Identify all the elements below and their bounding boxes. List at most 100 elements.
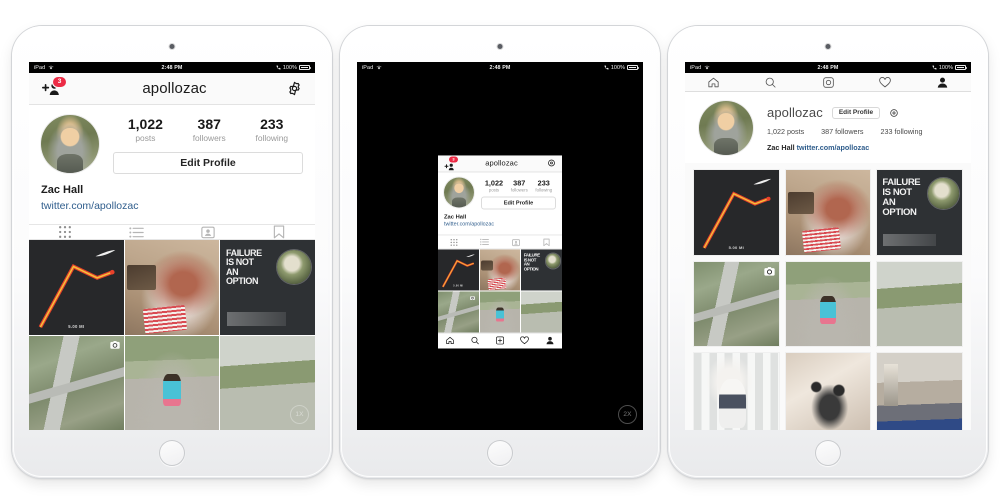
status-bar-right: 100% bbox=[932, 65, 967, 71]
photo-tile[interactable]: 5.00 MI bbox=[694, 170, 779, 255]
username: apollozac bbox=[767, 105, 823, 120]
photo-tile[interactable] bbox=[124, 240, 220, 335]
photo-tile[interactable]: FAILURE IS NOT AN OPTION bbox=[877, 170, 962, 255]
home-button[interactable] bbox=[815, 440, 841, 466]
profile-nav[interactable] bbox=[914, 77, 971, 88]
following-stat[interactable]: 233 following bbox=[256, 116, 289, 143]
poster-caption-bar bbox=[226, 312, 286, 326]
photo-tile[interactable]: 5.00 MI bbox=[438, 249, 479, 291]
gear-icon[interactable] bbox=[889, 108, 899, 118]
camera-badge-icon bbox=[469, 296, 475, 300]
poster-text: FAILURE IS NOT AN OPTION bbox=[226, 247, 262, 287]
avatar[interactable] bbox=[41, 115, 99, 173]
camera-icon bbox=[822, 76, 834, 88]
photo-tile[interactable] bbox=[29, 336, 124, 430]
posts-stat[interactable]: 1,022 posts bbox=[767, 127, 804, 136]
edit-profile-button[interactable]: Edit Profile bbox=[113, 152, 303, 175]
photo-tile[interactable] bbox=[479, 249, 521, 291]
bottom-tab-bar bbox=[438, 332, 562, 349]
camera-nav[interactable] bbox=[799, 76, 856, 88]
front-camera-icon bbox=[169, 44, 175, 49]
activity-tab[interactable] bbox=[512, 336, 537, 345]
mission-seal bbox=[545, 253, 561, 269]
add-person-icon[interactable]: 3 bbox=[41, 76, 66, 97]
add-post-tab[interactable] bbox=[488, 336, 513, 345]
battery-icon bbox=[627, 65, 639, 70]
search-nav[interactable] bbox=[742, 77, 799, 88]
photo-tile[interactable] bbox=[521, 291, 562, 333]
photo-tile[interactable] bbox=[785, 261, 871, 347]
grid-tab[interactable] bbox=[438, 238, 469, 246]
followers-stat[interactable]: 387 followers bbox=[510, 177, 528, 193]
photo-tile[interactable]: FAILURE IS NOT AN OPTION bbox=[220, 240, 315, 335]
website-link[interactable]: twitter.com/apollozac bbox=[797, 143, 870, 152]
poster-text: FAILURE IS NOT AN OPTION bbox=[882, 176, 921, 218]
search-tab[interactable] bbox=[463, 336, 488, 345]
phone-icon bbox=[932, 65, 937, 70]
edit-profile-button[interactable]: Edit Profile bbox=[481, 196, 556, 210]
photo-tile[interactable] bbox=[877, 261, 962, 347]
zoom-badge[interactable]: 1X bbox=[290, 405, 309, 424]
profile-header: 1,022 posts 387 followers 233 following bbox=[29, 105, 315, 175]
gear-icon[interactable] bbox=[286, 80, 303, 97]
add-person-icon[interactable]: 3 bbox=[444, 155, 458, 171]
followers-stat[interactable]: 387 followers bbox=[193, 116, 226, 143]
bio-block: Zac Hall twitter.com/apollozac bbox=[29, 174, 315, 224]
search-icon bbox=[765, 77, 776, 88]
tagged-tab[interactable] bbox=[172, 225, 244, 239]
photo-tile[interactable] bbox=[694, 261, 779, 347]
posts-stat[interactable]: 1,022 posts bbox=[127, 116, 163, 143]
posts-count: 1,022 bbox=[127, 116, 163, 132]
home-nav[interactable] bbox=[685, 77, 742, 88]
saved-tab[interactable] bbox=[244, 225, 316, 239]
photo-grid: 5.00 MI FAILURE IS NOT AN OPTION bbox=[29, 240, 315, 430]
photo-tile[interactable] bbox=[124, 336, 220, 430]
photo-tile[interactable] bbox=[438, 291, 479, 333]
followers-count: 387 bbox=[513, 177, 526, 187]
photo-grid: 5.00 MI FAILURE IS NOT AN OPTION bbox=[685, 163, 971, 430]
profile-tab[interactable] bbox=[537, 337, 562, 345]
photo-tile[interactable] bbox=[785, 170, 871, 255]
following-label: following bbox=[535, 187, 553, 193]
list-tab[interactable] bbox=[101, 226, 173, 239]
ipad-left-screen: iPad 2:48 PM 100% 3 apollozac 1,022 post… bbox=[29, 62, 315, 430]
grid-tab[interactable] bbox=[29, 225, 101, 239]
photo-tile[interactable] bbox=[785, 353, 871, 430]
posts-count: 1,022 bbox=[484, 177, 504, 187]
status-bar: iPad 2:48 PM 100% bbox=[29, 62, 315, 73]
home-tab[interactable] bbox=[438, 337, 463, 345]
avatar[interactable] bbox=[699, 101, 753, 155]
full-name: Zac Hall bbox=[444, 214, 467, 221]
photo-tile[interactable]: 5.00 MI bbox=[29, 240, 124, 335]
followers-stat[interactable]: 387 followers bbox=[821, 127, 863, 136]
edit-profile-button[interactable]: Edit Profile bbox=[831, 106, 881, 119]
list-tab[interactable] bbox=[469, 239, 500, 246]
photo-city-street-scene bbox=[877, 353, 962, 430]
photo-tile[interactable] bbox=[479, 291, 521, 333]
tagged-tab[interactable] bbox=[500, 238, 531, 246]
mission-seal bbox=[277, 249, 312, 284]
status-bar-right: 100% bbox=[604, 65, 639, 71]
activity-nav[interactable] bbox=[857, 76, 914, 88]
posts-stat[interactable]: 1,022 posts bbox=[484, 177, 504, 193]
home-button[interactable] bbox=[159, 440, 185, 466]
following-stat[interactable]: 233 following bbox=[881, 127, 923, 136]
posts-label: posts bbox=[135, 132, 156, 143]
saved-tab[interactable] bbox=[531, 238, 562, 246]
followers-label: followers bbox=[510, 187, 528, 193]
full-name: Zac Hall bbox=[767, 143, 795, 152]
gear-icon[interactable] bbox=[547, 158, 556, 167]
photo-nike-run-route-map: 5.00 MI bbox=[694, 170, 779, 255]
home-button[interactable] bbox=[487, 440, 513, 466]
website-link[interactable]: twitter.com/apollozac bbox=[444, 222, 556, 230]
following-stat[interactable]: 233 following bbox=[535, 178, 553, 193]
website-link[interactable]: twitter.com/apollozac bbox=[41, 199, 303, 214]
tagged-photos-icon bbox=[511, 239, 520, 246]
photo-tile[interactable]: FAILURE IS NOT AN OPTION bbox=[521, 249, 562, 291]
photo-child-with-phone-on-couch bbox=[124, 240, 220, 335]
zoom-badge[interactable]: 2X bbox=[618, 405, 637, 424]
photo-tile[interactable] bbox=[694, 353, 779, 430]
photo-tile[interactable] bbox=[877, 353, 962, 430]
avatar[interactable] bbox=[444, 176, 474, 207]
camera-badge-icon bbox=[109, 341, 120, 349]
